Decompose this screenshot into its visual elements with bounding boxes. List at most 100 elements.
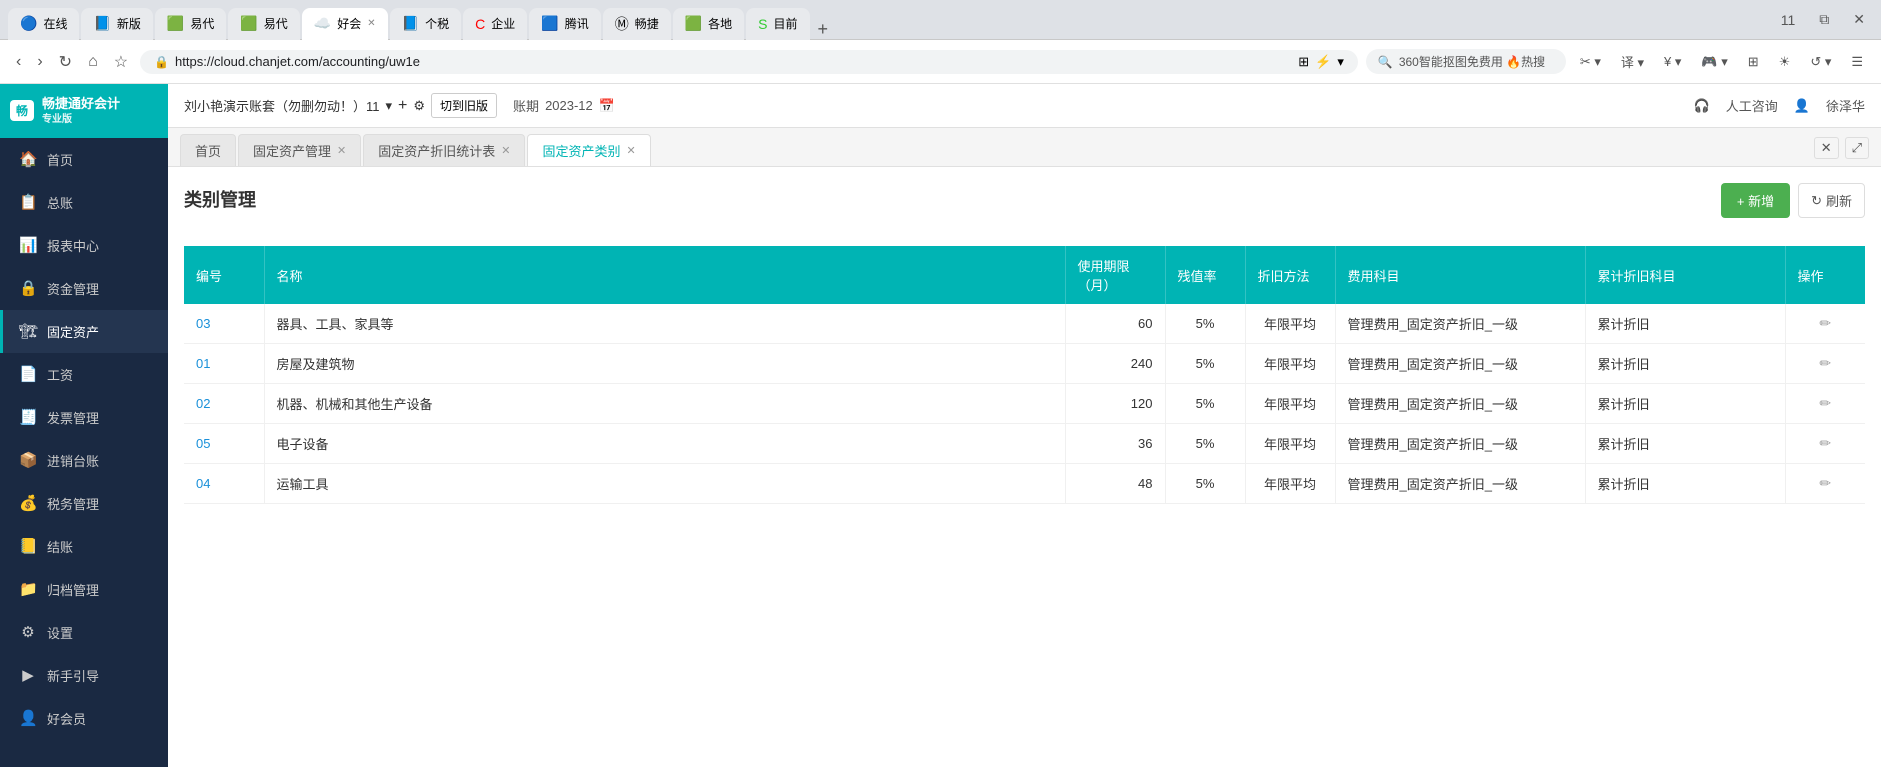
code-link-2[interactable]: 02 xyxy=(196,396,210,411)
sidebar-logo-main: 畅捷通好会计 xyxy=(42,96,120,113)
lock-icon: 🔒 xyxy=(154,55,169,69)
page-tab-depreciation-close[interactable]: ✕ xyxy=(501,144,510,157)
calendar-icon[interactable]: 📅 xyxy=(599,98,615,114)
back-button[interactable]: ‹ xyxy=(12,49,25,75)
browser-tab-2[interactable]: 📘 新版 xyxy=(81,8,152,40)
page-tab-asset-mgmt[interactable]: 固定资产管理 ✕ xyxy=(238,134,361,166)
cell-action-1: ✏ xyxy=(1785,344,1865,384)
edit-button-3[interactable]: ✏ xyxy=(1819,435,1831,451)
sidebar-item-salary[interactable]: 📄 工资 xyxy=(0,353,168,396)
close-button[interactable]: ✕ xyxy=(1845,7,1873,32)
add-tab-button[interactable]: + xyxy=(818,19,829,40)
code-link-0[interactable]: 03 xyxy=(196,316,210,331)
browser-tab-7[interactable]: C 企业 xyxy=(463,8,527,40)
browser-tab-5[interactable]: ☁️ 好会 ✕ xyxy=(302,8,388,40)
browser-tab-1[interactable]: 🔵 在线 xyxy=(8,8,79,40)
page-tab-category-close[interactable]: ✕ xyxy=(627,144,636,157)
add-button[interactable]: + 新增 xyxy=(1721,183,1790,218)
minimize-button[interactable]: 11 xyxy=(1773,7,1804,32)
browser-tab-8[interactable]: 🟦 腾讯 xyxy=(529,8,600,40)
brightness-button[interactable]: ☀ xyxy=(1773,50,1797,74)
tab-label-8: 腾讯 xyxy=(565,15,589,32)
forward-button[interactable]: › xyxy=(33,49,46,75)
cell-accumulated-4: 累计折旧 xyxy=(1585,464,1785,504)
browser-tab-6[interactable]: 📘 个税 xyxy=(390,8,461,40)
page-tab-depreciation[interactable]: 固定资产折旧统计表 ✕ xyxy=(363,134,525,166)
table-row: 02 机器、机械和其他生产设备 120 5% 年限平均 管理费用_固定资产折旧_… xyxy=(184,384,1865,424)
cell-name-4: 运输工具 xyxy=(264,464,1065,504)
edit-button-2[interactable]: ✏ xyxy=(1819,395,1831,411)
tab-close-5[interactable]: ✕ xyxy=(367,18,375,29)
col-header-code: 编号 xyxy=(184,246,264,304)
dropdown-arrow[interactable]: ▾ xyxy=(386,98,393,114)
sidebar-label-salary: 工资 xyxy=(47,365,73,384)
edit-button-0[interactable]: ✏ xyxy=(1819,315,1831,331)
browser-tab-3[interactable]: 🟩 易代 xyxy=(155,8,226,40)
currency-button[interactable]: ¥ ▾ xyxy=(1658,50,1687,74)
page-tab-asset-mgmt-close[interactable]: ✕ xyxy=(337,144,346,157)
sidebar-item-invoice[interactable]: 🧾 发票管理 xyxy=(0,396,168,439)
sidebar-item-tax[interactable]: 💰 税务管理 xyxy=(0,482,168,525)
page-close-button[interactable]: ✕ xyxy=(1814,137,1839,159)
sidebar-item-settings[interactable]: ⚙ 设置 xyxy=(0,611,168,654)
page-tab-category-label: 固定资产类别 xyxy=(542,141,620,160)
menu-button[interactable]: ☰ xyxy=(1845,50,1869,74)
cut-button[interactable]: ✂ ▾ xyxy=(1574,50,1607,74)
address-bar[interactable]: 🔒 https://cloud.chanjet.com/accounting/u… xyxy=(140,50,1358,74)
sidebar-label-member: 好会员 xyxy=(47,709,86,728)
archive-icon: 📁 xyxy=(19,580,37,598)
sidebar-label-guide: 新手引导 xyxy=(47,666,99,685)
col-header-method: 折旧方法 xyxy=(1245,246,1335,304)
cell-method-2: 年限平均 xyxy=(1245,384,1335,424)
sidebar-item-ledger[interactable]: 📋 总账 xyxy=(0,181,168,224)
translate-button[interactable]: 译 ▾ xyxy=(1615,48,1650,75)
maximize-button[interactable]: ⧉ xyxy=(1811,7,1837,32)
search-bar[interactable]: 🔍 360智能抠图免费用 🔥热搜 xyxy=(1366,49,1566,74)
cell-code-3: 05 xyxy=(184,424,264,464)
add-company-button[interactable]: + xyxy=(398,97,407,115)
page-tab-asset-mgmt-label: 固定资产管理 xyxy=(253,141,331,160)
edit-button-4[interactable]: ✏ xyxy=(1819,475,1831,491)
sidebar-item-inventory[interactable]: 📦 进销台账 xyxy=(0,439,168,482)
url-text: https://cloud.chanjet.com/accounting/uw1… xyxy=(175,54,420,69)
refresh-button[interactable]: ↻ 刷新 xyxy=(1798,183,1865,218)
browser-tab-4[interactable]: 🟩 易代 xyxy=(228,8,299,40)
browser-tab-10[interactable]: 🟩 各地 xyxy=(673,8,744,40)
sidebar-item-guide[interactable]: ▶ 新手引导 xyxy=(0,654,168,697)
page-expand-button[interactable]: ⤢ xyxy=(1845,137,1869,159)
browser-tab-11[interactable]: S 目前 xyxy=(746,8,809,40)
home-button[interactable]: ⌂ xyxy=(84,49,102,75)
page-tab-category[interactable]: 固定资产类别 ✕ xyxy=(527,134,650,166)
code-link-4[interactable]: 04 xyxy=(196,476,210,491)
sidebar-item-funds[interactable]: 🔒 资金管理 xyxy=(0,267,168,310)
page-title: 类别管理 xyxy=(184,186,256,212)
page-tab-home-label: 首页 xyxy=(195,141,221,160)
reload-button[interactable]: ↻ xyxy=(55,48,76,76)
table-row: 03 器具、工具、家具等 60 5% 年限平均 管理费用_固定资产折旧_一级 累… xyxy=(184,304,1865,344)
help-label[interactable]: 人工咨询 xyxy=(1726,96,1778,115)
settings-gear[interactable]: ⚙ xyxy=(413,98,425,114)
dropdown-icon[interactable]: ▾ xyxy=(1337,54,1344,70)
sidebar-item-home[interactable]: 🏠 首页 xyxy=(0,138,168,181)
undo-button[interactable]: ↺ ▾ xyxy=(1804,50,1837,74)
sidebar-item-settlement[interactable]: 📒 结账 xyxy=(0,525,168,568)
sidebar-item-fixed-assets[interactable]: 🏗 固定资产 xyxy=(0,310,168,353)
tab-label-5: 好会 xyxy=(337,15,361,32)
code-link-3[interactable]: 05 xyxy=(196,436,210,451)
edit-button-1[interactable]: ✏ xyxy=(1819,355,1831,371)
tab-label-9: 畅捷 xyxy=(635,15,659,32)
user-name-label[interactable]: 徐泽华 xyxy=(1826,96,1865,115)
version-button[interactable]: 切到旧版 xyxy=(431,93,497,118)
cell-rate-3: 5% xyxy=(1165,424,1245,464)
sidebar-item-reports[interactable]: 📊 报表中心 xyxy=(0,224,168,267)
page-tab-home[interactable]: 首页 xyxy=(180,134,236,166)
cell-rate-4: 5% xyxy=(1165,464,1245,504)
game-button[interactable]: 🎮 ▾ xyxy=(1695,50,1733,74)
bookmark-button[interactable]: ☆ xyxy=(110,48,132,76)
sidebar-item-member[interactable]: 👤 好会员 xyxy=(0,697,168,740)
sidebar-item-archive[interactable]: 📁 归档管理 xyxy=(0,568,168,611)
code-link-1[interactable]: 01 xyxy=(196,356,210,371)
tab-label-4: 易代 xyxy=(264,15,288,32)
grid-button[interactable]: ⊞ xyxy=(1742,50,1765,74)
browser-tab-9[interactable]: Ⓜ 畅捷 xyxy=(603,8,671,40)
